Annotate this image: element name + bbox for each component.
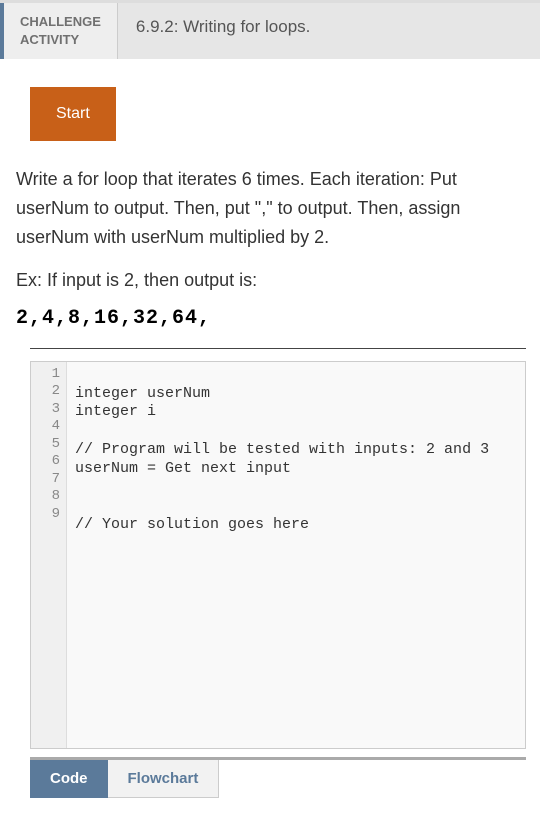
line-num: 4 xyxy=(33,418,60,436)
line-num: 2 xyxy=(33,383,60,401)
line-num: 7 xyxy=(33,471,60,489)
content-area: Start Write a for loop that iterates 6 t… xyxy=(0,59,540,797)
badge-line2: ACTIVITY xyxy=(20,31,101,49)
example-label: Ex: If input is 2, then output is: xyxy=(16,270,526,291)
line-number-gutter: 1 2 3 4 5 6 7 8 9 xyxy=(31,362,67,748)
code-editor[interactable]: 1 2 3 4 5 6 7 8 9 integer userNum intege… xyxy=(30,361,526,749)
code-line: integer userNum xyxy=(75,385,210,402)
line-num: 6 xyxy=(33,453,60,471)
activity-header: CHALLENGE ACTIVITY 6.9.2: Writing for lo… xyxy=(0,3,540,59)
challenge-badge: CHALLENGE ACTIVITY xyxy=(4,3,118,59)
code-line: userNum = Get next input xyxy=(75,460,291,477)
line-num: 3 xyxy=(33,401,60,419)
code-text-area[interactable]: integer userNum integer i // Program wil… xyxy=(67,362,525,748)
line-num: 9 xyxy=(33,506,60,524)
code-line: // Your solution goes here xyxy=(75,516,309,533)
line-num: 5 xyxy=(33,436,60,454)
code-line: // Program will be tested with inputs: 2… xyxy=(75,441,489,458)
tab-code[interactable]: Code xyxy=(30,760,108,798)
editor-tabs: Code Flowchart xyxy=(30,760,526,798)
divider xyxy=(30,348,526,349)
start-button[interactable]: Start xyxy=(30,87,116,141)
badge-line1: CHALLENGE xyxy=(20,13,101,31)
activity-title: 6.9.2: Writing for loops. xyxy=(118,3,540,59)
code-line: integer i xyxy=(75,403,156,420)
line-num: 1 xyxy=(33,366,60,384)
example-output: 2,4,8,16,32,64, xyxy=(16,307,526,330)
problem-description: Write a for loop that iterates 6 times. … xyxy=(16,165,526,251)
line-num: 8 xyxy=(33,488,60,506)
tab-flowchart[interactable]: Flowchart xyxy=(108,760,220,798)
